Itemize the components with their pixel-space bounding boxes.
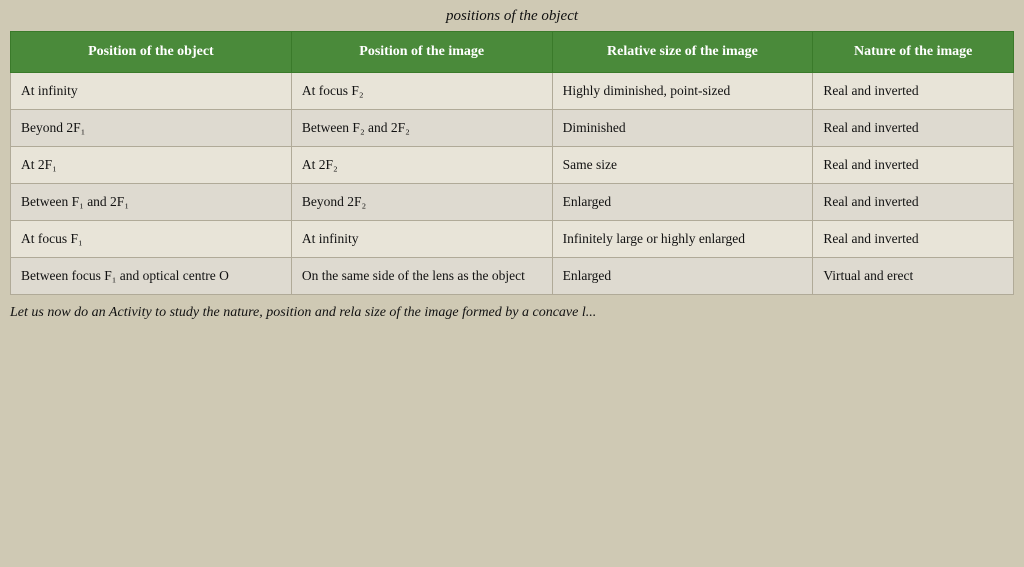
table-row: At 2F₁At 2F₂Same sizeReal and inverted [11, 147, 1014, 184]
page-background: positions of the object Position of the … [0, 0, 1024, 567]
cell-col3: Same size [552, 147, 813, 184]
page-title: positions of the object [0, 0, 1024, 31]
table-row: Between F₁ and 2F₁Beyond 2F₂EnlargedReal… [11, 184, 1014, 221]
cell-col3: Highly diminished, point-sized [552, 73, 813, 110]
optics-table: Position of the object Position of the i… [10, 31, 1014, 295]
header-col3: Relative size of the image [552, 32, 813, 73]
table-row: At infinityAt focus F₂Highly diminished,… [11, 73, 1014, 110]
header-col2: Position of the image [291, 32, 552, 73]
cell-col3: Enlarged [552, 258, 813, 295]
cell-col1: At focus F₁ [11, 221, 292, 258]
header-col1: Position of the object [11, 32, 292, 73]
cell-col4: Real and inverted [813, 110, 1014, 147]
header-col4: Nature of the image [813, 32, 1014, 73]
cell-col3: Infinitely large or highly enlarged [552, 221, 813, 258]
cell-col4: Real and inverted [813, 147, 1014, 184]
cell-col3: Diminished [552, 110, 813, 147]
cell-col1: Between F₁ and 2F₁ [11, 184, 292, 221]
cell-col3: Enlarged [552, 184, 813, 221]
cell-col2: Between F₂ and 2F₂ [291, 110, 552, 147]
cell-col4: Real and inverted [813, 184, 1014, 221]
cell-col2: Beyond 2F₂ [291, 184, 552, 221]
cell-col2: At 2F₂ [291, 147, 552, 184]
cell-col2: At infinity [291, 221, 552, 258]
cell-col2: At focus F₂ [291, 73, 552, 110]
cell-col4: Real and inverted [813, 221, 1014, 258]
table-row: Beyond 2F₁Between F₂ and 2F₂DiminishedRe… [11, 110, 1014, 147]
footer-text: Let us now do an Activity to study the n… [10, 305, 1014, 321]
cell-col1: Between focus F₁ and optical centre O [11, 258, 292, 295]
table-wrapper: Position of the object Position of the i… [10, 31, 1014, 295]
cell-col4: Real and inverted [813, 73, 1014, 110]
cell-col2: On the same side of the lens as the obje… [291, 258, 552, 295]
cell-col1: At infinity [11, 73, 292, 110]
table-row: Between focus F₁ and optical centre OOn … [11, 258, 1014, 295]
table-header-row: Position of the object Position of the i… [11, 32, 1014, 73]
cell-col1: Beyond 2F₁ [11, 110, 292, 147]
cell-col4: Virtual and erect [813, 258, 1014, 295]
table-row: At focus F₁At infinityInfinitely large o… [11, 221, 1014, 258]
cell-col1: At 2F₁ [11, 147, 292, 184]
